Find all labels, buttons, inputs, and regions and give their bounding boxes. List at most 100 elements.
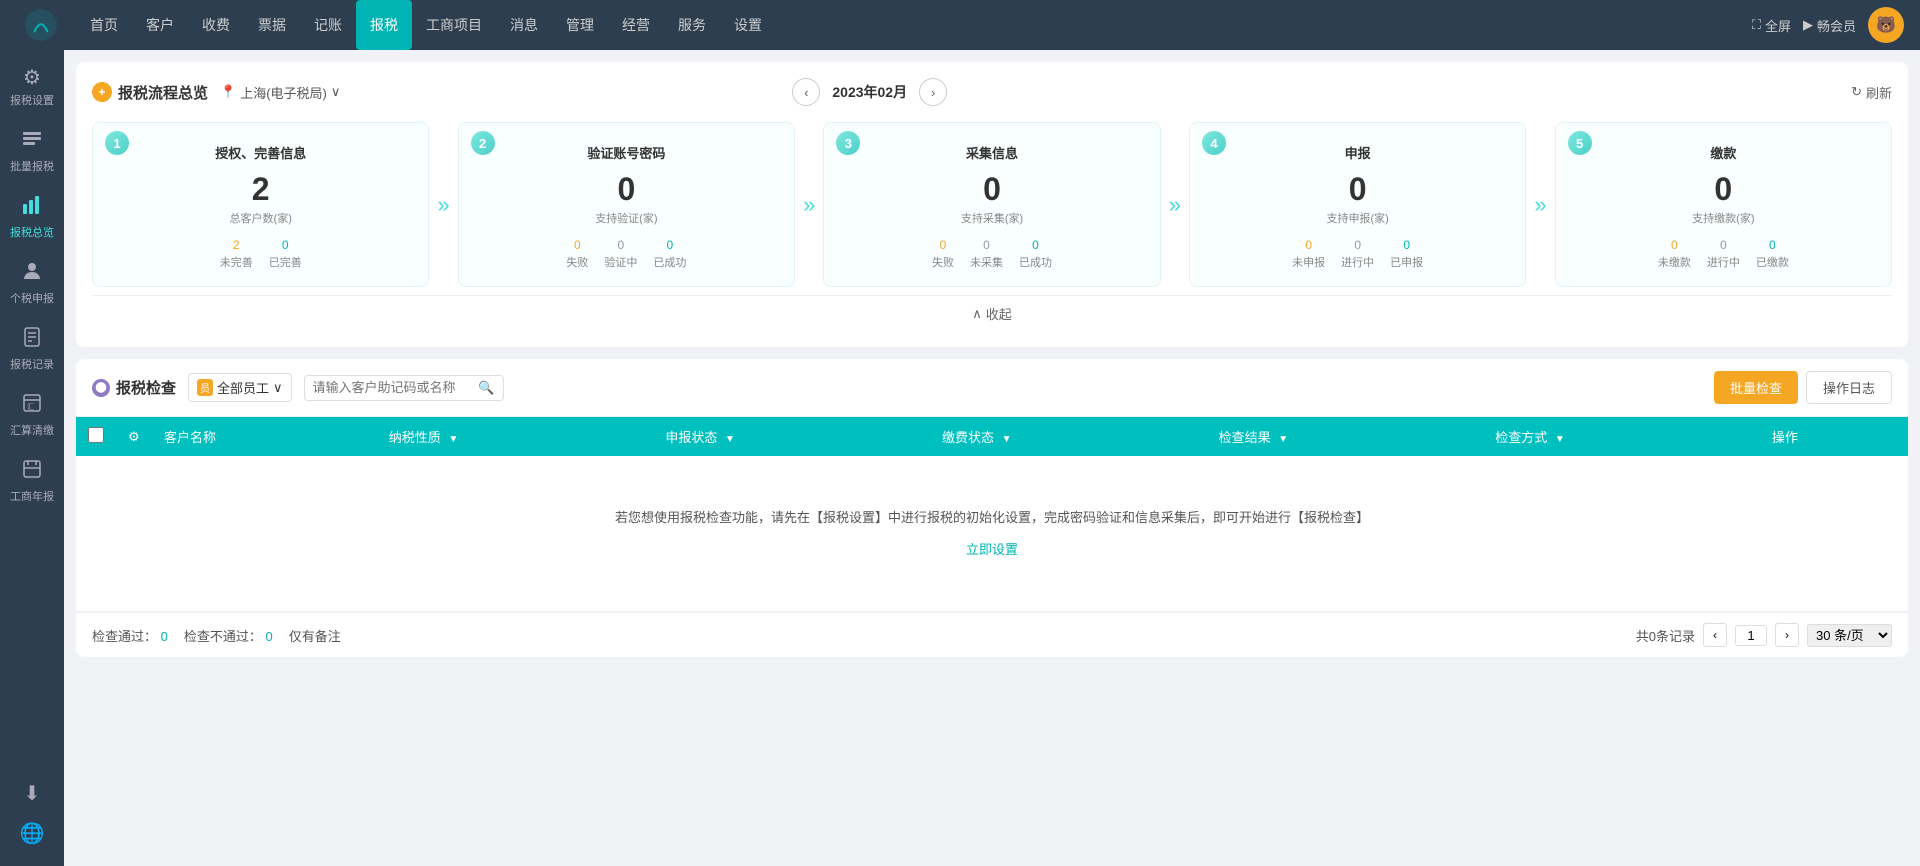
table-wrapper[interactable]: ⚙ 客户名称 纳税性质 ▼ 申报状态 ▼ <box>76 417 1908 612</box>
footer-note: 仅有备注 <box>289 626 341 645</box>
sidebar-item-tax-record[interactable]: 报税记录 <box>0 316 64 382</box>
chevron-down-icon: ∨ <box>331 84 341 100</box>
setup-link[interactable]: 立即设置 <box>108 538 1876 561</box>
empty-state: 若您想使用报税检查功能，请先在【报税设置】中进行报税的初始化设置，完成密码验证和… <box>88 466 1896 601</box>
refresh-button[interactable]: ↻ 刷新 <box>1851 83 1892 102</box>
svg-text:汇: 汇 <box>27 403 34 411</box>
nav-service[interactable]: 服务 <box>664 0 720 50</box>
settings-icon[interactable]: ⚙ <box>128 429 140 444</box>
employee-select-dropdown[interactable]: 员 全部员工 ∨ <box>188 373 292 402</box>
nav-customer[interactable]: 客户 <box>132 0 188 50</box>
main-content: + 报税流程总览 📍 上海(电子税局) ∨ ‹ 2023年02月 › ↻ 刷新 … <box>64 50 1920 866</box>
nav-bookkeeping[interactable]: 记账 <box>300 0 356 50</box>
search-input[interactable] <box>313 380 473 395</box>
passed-stat: 检查通过： 0 <box>92 626 168 645</box>
employee-icon: 员 <box>197 379 213 396</box>
passed-value[interactable]: 0 <box>161 629 168 644</box>
sidebar-item-personal-tax[interactable]: 个税申报 <box>0 250 64 316</box>
overview-header: + 报税流程总览 📍 上海(电子税局) ∨ ‹ 2023年02月 › ↻ 刷新 <box>92 78 1892 106</box>
th-tax-nature: 纳税性质 ▼ <box>377 417 654 456</box>
step-card-5: 5 缴款 0 支持缴款(家) 0 未缴款 0 进行中 0 已缴款 <box>1555 122 1892 287</box>
operation-log-button[interactable]: 操作日志 <box>1806 371 1892 404</box>
stat-failed-3[interactable]: 0 <box>932 238 954 252</box>
filter-icon-5[interactable]: ▼ <box>1555 434 1565 445</box>
step-num-1: 1 <box>105 131 129 155</box>
check-header: ⬤ 报税检查 员 全部员工 ∨ 🔍 批量检查 操作日志 <box>76 359 1908 417</box>
nav-tax[interactable]: 报税 <box>356 0 412 50</box>
stat-processing-4[interactable]: 0 <box>1341 238 1374 252</box>
stat-not-collected-3[interactable]: 0 <box>970 238 1003 252</box>
search-wrap: 🔍 <box>304 375 504 401</box>
per-page-select[interactable]: 30 条/页 50 条/页 100 条/页 <box>1807 624 1892 647</box>
nav-fee[interactable]: 收费 <box>188 0 244 50</box>
avatar[interactable]: 🐻 <box>1868 7 1904 43</box>
check-title: ⬤ 报税检查 <box>92 377 176 398</box>
nav-items: 首页 客户 收费 票据 记账 报税 工商项目 消息 管理 经营 服务 设置 <box>76 0 1752 50</box>
batch-check-button[interactable]: 批量检查 <box>1714 371 1798 404</box>
steps-row: 1 授权、完善信息 2 总客户数(家) 2 未完善 0 已完善 » <box>92 122 1892 287</box>
sidebar-item-batch-tax[interactable]: 批量报税 <box>0 118 64 184</box>
stat-processing-5[interactable]: 0 <box>1707 238 1740 252</box>
step-card-3: 3 采集信息 0 支持采集(家) 0 失败 0 未采集 0 已成功 <box>823 122 1160 287</box>
failed-stat: 检查不通过： 0 <box>184 626 273 645</box>
filter-icon-4[interactable]: ▼ <box>1278 434 1288 445</box>
batch-tax-icon <box>21 128 43 154</box>
next-month-button[interactable]: › <box>919 78 947 106</box>
nav-business[interactable]: 工商项目 <box>412 0 496 50</box>
location-select[interactable]: 📍 上海(电子税局) ∨ <box>220 83 340 102</box>
sidebar-item-annual-settlement[interactable]: 汇 汇算清缴 <box>0 382 64 448</box>
nav-invoice[interactable]: 票据 <box>244 0 300 50</box>
logo[interactable] <box>16 9 66 41</box>
failed-value[interactable]: 0 <box>266 629 273 644</box>
sidebar-globe[interactable]: 🌐 <box>0 814 64 854</box>
filter-icon-2[interactable]: ▼ <box>725 434 735 445</box>
select-all-checkbox[interactable] <box>88 427 104 443</box>
filter-icon-1[interactable]: ▼ <box>448 434 458 445</box>
stat-paid-5[interactable]: 0 <box>1756 238 1789 252</box>
stat-not-filed-4[interactable]: 0 <box>1292 238 1325 252</box>
nav-settings[interactable]: 设置 <box>720 0 776 50</box>
th-check-result: 检查结果 ▼ <box>1207 417 1484 456</box>
member-button[interactable]: ▶ 畅会员 <box>1803 16 1856 35</box>
step-title-3: 采集信息 <box>966 143 1018 162</box>
collapse-button[interactable]: ∧ 收起 <box>92 295 1892 331</box>
stat-success-3[interactable]: 0 <box>1019 238 1052 252</box>
prev-month-button[interactable]: ‹ <box>792 78 820 106</box>
nav-message[interactable]: 消息 <box>496 0 552 50</box>
stat-completed[interactable]: 0 <box>269 238 302 252</box>
nav-operation[interactable]: 经营 <box>608 0 664 50</box>
step-card-2: 2 验证账号密码 0 支持验证(家) 0 失败 0 验证中 0 已成功 <box>458 122 795 287</box>
stat-success-2[interactable]: 0 <box>653 238 686 252</box>
sidebar-item-tax-settings[interactable]: ⚙ 报税设置 <box>0 58 64 118</box>
step-num-2: 2 <box>471 131 495 155</box>
tax-overview-icon <box>21 194 43 220</box>
sidebar-item-tax-overview[interactable]: 报税总览 <box>0 184 64 250</box>
search-icon[interactable]: 🔍 <box>478 380 494 396</box>
check-table: ⚙ 客户名称 纳税性质 ▼ 申报状态 ▼ <box>76 417 1908 612</box>
page-input[interactable] <box>1735 625 1767 646</box>
filter-icon-3[interactable]: ▼ <box>1002 434 1012 445</box>
next-page-button[interactable]: › <box>1775 623 1799 647</box>
th-actions: 操作 <box>1760 417 1908 456</box>
stat-not-paid-5[interactable]: 0 <box>1658 238 1691 252</box>
stat-not-complete[interactable]: 2 <box>220 238 253 252</box>
arrow-4-5: » <box>1526 122 1554 287</box>
check-footer: 检查通过： 0 检查不通过： 0 仅有备注 共0条记录 ‹ › 30 条/页 5… <box>76 612 1908 657</box>
stat-failed-2[interactable]: 0 <box>566 238 588 252</box>
sidebar-download[interactable]: ⬇ <box>0 774 64 814</box>
sidebar-bottom: ⬇ 🌐 <box>0 774 64 866</box>
nav-home[interactable]: 首页 <box>76 0 132 50</box>
prev-page-button[interactable]: ‹ <box>1703 623 1727 647</box>
play-icon: ▶ <box>1803 17 1813 33</box>
sidebar-item-annual-report[interactable]: 工商年报 <box>0 448 64 514</box>
stat-filed-4[interactable]: 0 <box>1390 238 1423 252</box>
step-stats-4: 0 未申报 0 进行中 0 已申报 <box>1292 238 1423 270</box>
nav-management[interactable]: 管理 <box>552 0 608 50</box>
step-title-1: 授权、完善信息 <box>215 143 306 162</box>
step-count-5: 0 <box>1714 170 1732 208</box>
fullscreen-button[interactable]: ⛶ 全屏 <box>1752 16 1791 35</box>
step-count-3: 0 <box>983 170 1001 208</box>
step-title-2: 验证账号密码 <box>587 143 665 162</box>
collapse-icon: ∧ <box>972 306 982 322</box>
stat-verifying-2[interactable]: 0 <box>604 238 637 252</box>
